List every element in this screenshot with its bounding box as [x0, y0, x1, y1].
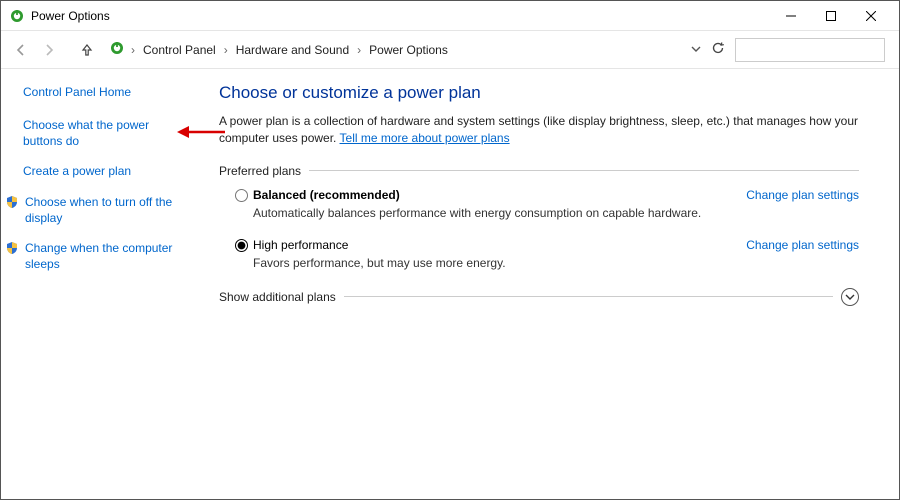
up-button[interactable]: [75, 38, 99, 62]
minimize-button[interactable]: [771, 2, 811, 30]
address-bar[interactable]: › Control Panel › Hardware and Sound › P…: [103, 40, 687, 59]
chevron-right-icon: ›: [357, 43, 361, 57]
page-heading: Choose or customize a power plan: [219, 83, 859, 103]
shield-icon: [5, 241, 19, 258]
sidebar-item-power-buttons[interactable]: Choose what the power buttons do: [23, 117, 187, 149]
main-content: Choose or customize a power plan A power…: [201, 69, 899, 499]
plan-name: High performance: [253, 238, 348, 252]
show-additional-plans[interactable]: Show additional plans: [219, 288, 859, 306]
sidebar-item-sleep[interactable]: Change when the computer sleeps: [25, 240, 187, 272]
plan-high-performance: High performance Change plan settings Fa…: [235, 238, 859, 270]
preferred-plans-text: Preferred plans: [219, 164, 309, 178]
breadcrumb-seg[interactable]: Hardware and Sound: [234, 41, 351, 59]
sidebar-item-create-plan[interactable]: Create a power plan: [23, 163, 187, 179]
desc-text: A power plan is a collection of hardware…: [219, 114, 858, 145]
change-plan-settings-link[interactable]: Change plan settings: [746, 188, 859, 202]
plan-radio-high-performance[interactable]: [235, 239, 248, 252]
maximize-button[interactable]: [811, 2, 851, 30]
forward-button[interactable]: [37, 38, 61, 62]
chevron-right-icon: ›: [131, 43, 135, 57]
refresh-button[interactable]: [711, 41, 725, 58]
titlebar: Power Options: [1, 1, 899, 31]
power-options-icon: [9, 8, 25, 24]
preferred-plans-label: Preferred plans: [219, 164, 859, 178]
window: Power Options › Control Panel › Hardware…: [0, 0, 900, 500]
plan-radio-balanced[interactable]: [235, 189, 248, 202]
window-title: Power Options: [31, 9, 110, 23]
nav-toolbar: › Control Panel › Hardware and Sound › P…: [1, 31, 899, 69]
control-panel-home-link[interactable]: Control Panel Home: [23, 85, 187, 99]
plan-description: Favors performance, but may use more ene…: [253, 256, 859, 270]
divider: [344, 296, 833, 297]
divider: [309, 170, 859, 171]
learn-more-link[interactable]: Tell me more about power plans: [340, 131, 510, 145]
breadcrumb-seg[interactable]: Power Options: [367, 41, 450, 59]
close-button[interactable]: [851, 2, 891, 30]
breadcrumb-seg[interactable]: Control Panel: [141, 41, 218, 59]
sidebar: Control Panel Home Choose what the power…: [1, 69, 201, 499]
chevron-down-icon[interactable]: [691, 43, 701, 57]
plan-description: Automatically balances performance with …: [253, 206, 859, 220]
shield-icon: [5, 195, 19, 212]
search-input[interactable]: [735, 38, 885, 62]
back-button[interactable]: [9, 38, 33, 62]
page-description: A power plan is a collection of hardware…: [219, 113, 859, 148]
sidebar-item-turn-off-display[interactable]: Choose when to turn off the display: [25, 194, 187, 226]
change-plan-settings-link[interactable]: Change plan settings: [746, 238, 859, 252]
power-options-icon: [109, 40, 125, 59]
expand-button[interactable]: [841, 288, 859, 306]
plan-name: Balanced (recommended): [253, 188, 400, 202]
plan-balanced: Balanced (recommended) Change plan setti…: [235, 188, 859, 220]
chevron-right-icon: ›: [224, 43, 228, 57]
show-additional-label: Show additional plans: [219, 290, 344, 304]
